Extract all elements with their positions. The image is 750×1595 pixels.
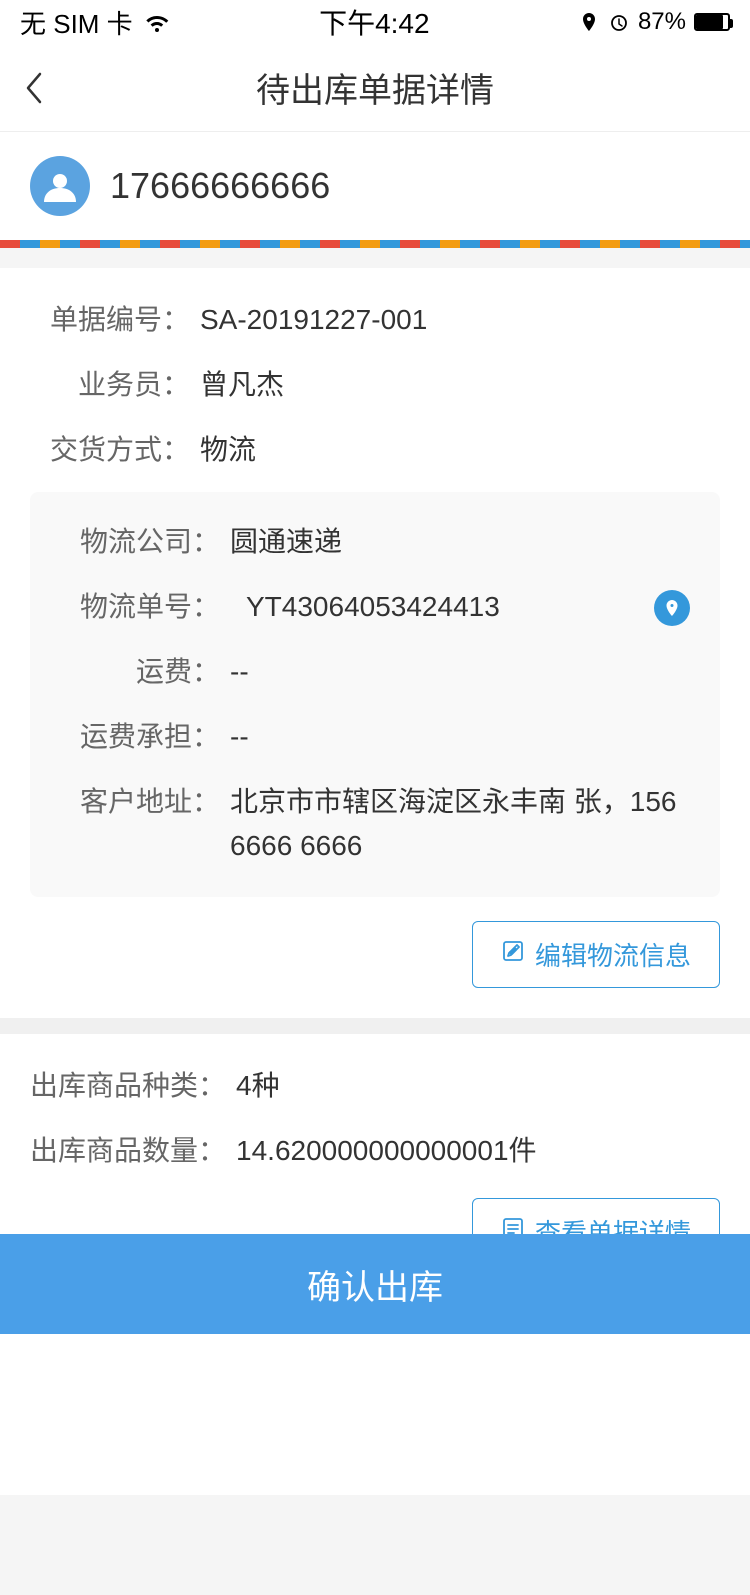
address-row: 客户地址： 北京市市辖区海淀区永丰南 张，156 6666 6666 [60, 780, 690, 870]
edit-logistics-label: 编辑物流信息 [535, 936, 691, 973]
freight-bearer-label: 运费承担： [60, 715, 220, 760]
delivery-row: 交货方式： 物流 [30, 428, 720, 473]
goods-quantity-label: 出库商品数量： [30, 1129, 226, 1174]
alarm-icon [608, 11, 630, 33]
freight-value: -- [220, 650, 690, 695]
freight-label: 运费： [60, 650, 220, 695]
sales-person-label: 业务员： [30, 363, 190, 408]
freight-row: 运费： -- [60, 650, 690, 695]
sales-person-row: 业务员： 曾凡杰 [30, 363, 720, 408]
edit-logistics-button[interactable]: 编辑物流信息 [472, 921, 720, 988]
confirm-bar[interactable]: 确认出库 [0, 1234, 750, 1334]
battery-icon [694, 13, 730, 31]
order-number-label: 单据编号： [30, 298, 190, 343]
goods-types-value: 4种 [226, 1064, 720, 1109]
sales-person-value: 曾凡杰 [190, 363, 720, 408]
logistics-tracking-row: 物流单号： YT43064053424413 [60, 585, 690, 630]
order-number-row: 单据编号： SA-20191227-001 [30, 298, 720, 343]
user-header: 17666666666 [0, 132, 750, 240]
track-location-icon[interactable] [654, 590, 690, 626]
status-time: 下午4:42 [319, 2, 430, 42]
delivery-value: 物流 [190, 428, 720, 473]
page-title: 待出库单据详情 [256, 63, 494, 112]
goods-types-label: 出库商品种类： [30, 1064, 226, 1109]
confirm-button-label: 确认出库 [307, 1260, 443, 1309]
avatar [30, 156, 90, 216]
goods-types-row: 出库商品种类： 4种 [30, 1064, 720, 1109]
order-number-value: SA-20191227-001 [190, 298, 720, 343]
logistics-company-value: 圆通速递 [220, 520, 690, 565]
logistics-company-label: 物流公司： [60, 520, 220, 565]
address-label: 客户地址： [60, 780, 220, 825]
carrier-text: 无 SIM 卡 [20, 4, 133, 41]
goods-quantity-row: 出库商品数量： 14.620000000000001件 [30, 1129, 720, 1174]
status-right: 87% [578, 8, 730, 36]
dashed-divider [0, 240, 750, 248]
edit-logistics-row: 编辑物流信息 [30, 921, 720, 988]
location-status-icon [578, 11, 600, 33]
goods-quantity-value: 14.620000000000001件 [226, 1129, 720, 1174]
user-phone: 17666666666 [110, 165, 330, 207]
battery-text: 87% [638, 8, 686, 36]
back-button[interactable] [24, 70, 44, 106]
logistics-tracking-value: YT43064053424413 [236, 585, 638, 630]
edit-icon [501, 939, 525, 970]
logistics-tracking-label: 物流单号： [60, 585, 220, 630]
logistics-card: 物流公司： 圆通速递 物流单号： YT43064053424413 运费： --… [30, 492, 720, 897]
status-left: 无 SIM 卡 [20, 4, 171, 41]
delivery-label: 交货方式： [30, 428, 190, 473]
status-bar: 无 SIM 卡 下午4:42 87% [0, 0, 750, 44]
nav-bar: 待出库单据详情 [0, 44, 750, 132]
address-value: 北京市市辖区海淀区永丰南 张，156 6666 6666 [220, 780, 690, 870]
gray-separator-1 [0, 1018, 750, 1034]
order-info-section: 单据编号： SA-20191227-001 业务员： 曾凡杰 交货方式： 物流 … [0, 268, 750, 1018]
freight-bearer-value: -- [220, 715, 690, 760]
logistics-company-row: 物流公司： 圆通速递 [60, 520, 690, 565]
freight-bearer-row: 运费承担： -- [60, 715, 690, 760]
wifi-icon [143, 12, 171, 32]
